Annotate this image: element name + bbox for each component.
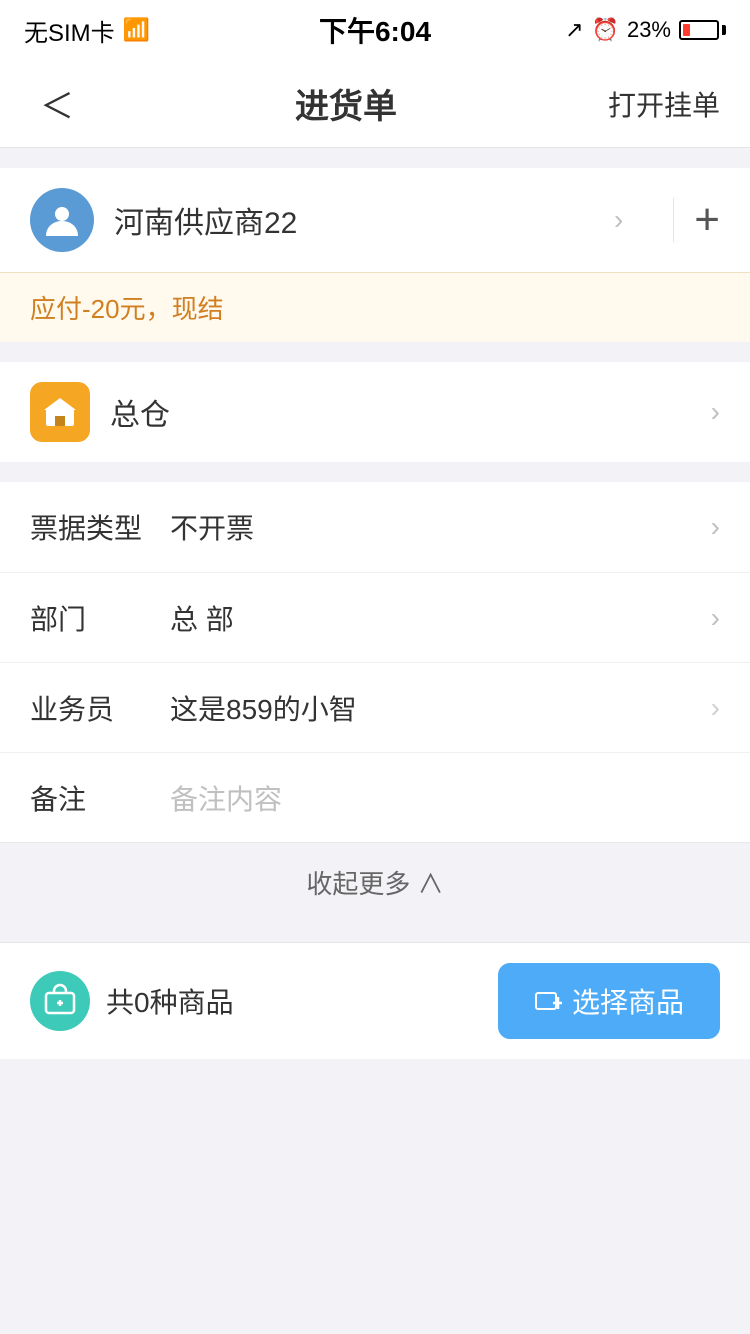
product-count-text: 共0种商品 — [106, 981, 234, 1021]
invoice-type-label: 票据类型 — [30, 507, 160, 547]
wifi-icon: 📶 — [123, 17, 150, 43]
back-button[interactable]: ＜ — [30, 69, 84, 138]
department-row[interactable]: 部门 总 部 › — [0, 572, 750, 662]
warehouse-icon — [30, 382, 90, 442]
notice-banner: 应付-20元，现结 — [0, 272, 750, 342]
status-bar: 无SIM卡 📶 下午6:04 ↗ ⏰ 23% — [0, 0, 750, 60]
section-gap-2 — [0, 342, 750, 362]
invoice-type-value: 不开票 — [170, 507, 711, 547]
add-supplier-button[interactable]: + — [694, 198, 720, 242]
status-right: ↗ ⏰ 23% — [565, 17, 726, 43]
salesperson-label: 业务员 — [30, 688, 160, 728]
nav-bar: ＜ 进货单 打开挂单 — [0, 60, 750, 148]
remark-input[interactable]: 备注内容 — [170, 778, 720, 818]
collapse-more-button[interactable]: 收起更多 ∧ — [0, 842, 750, 922]
page-fill — [0, 1059, 750, 1259]
bottom-bar: 共0种商品 选择商品 — [0, 942, 750, 1059]
collapse-more-label: 收起更多 ∧ — [306, 864, 443, 901]
remark-row[interactable]: 备注 备注内容 — [0, 752, 750, 842]
product-count-wrap: 共0种商品 — [30, 971, 234, 1031]
location-icon: ↗ — [565, 17, 583, 43]
product-icon — [30, 971, 90, 1031]
select-product-button[interactable]: 选择商品 — [498, 963, 720, 1039]
section-gap-3 — [0, 462, 750, 482]
select-product-label: 选择商品 — [572, 981, 684, 1021]
supplier-avatar — [30, 188, 94, 252]
invoice-type-row[interactable]: 票据类型 不开票 › — [0, 482, 750, 572]
battery-percent: 23% — [627, 17, 671, 43]
section-gap-1 — [0, 148, 750, 168]
divider — [673, 198, 674, 242]
invoice-type-arrow-icon: › — [711, 511, 720, 543]
supplier-row[interactable]: 河南供应商22 › + — [0, 168, 750, 272]
notice-text: 应付-20元，现结 — [30, 294, 224, 324]
supplier-card: 河南供应商22 › + 应付-20元，现结 — [0, 168, 750, 342]
department-label: 部门 — [30, 598, 160, 638]
department-arrow-icon: › — [711, 602, 720, 634]
supplier-arrow-icon: › — [614, 204, 623, 236]
supplier-name: 河南供应商22 — [114, 198, 614, 242]
salesperson-arrow-icon: › — [711, 692, 720, 724]
page-title: 进货单 — [295, 79, 397, 128]
status-left: 无SIM卡 📶 — [24, 13, 150, 48]
warehouse-row[interactable]: 总仓 › — [0, 362, 750, 462]
section-gap-4 — [0, 922, 750, 942]
warehouse-arrow-icon: › — [711, 396, 720, 428]
alarm-icon: ⏰ — [592, 17, 619, 43]
status-time: 下午6:04 — [319, 10, 431, 50]
carrier-label: 无SIM卡 — [24, 13, 115, 48]
remark-label: 备注 — [30, 778, 160, 818]
warehouse-card: 总仓 › — [0, 362, 750, 462]
department-value: 总 部 — [170, 598, 711, 638]
battery-icon — [679, 20, 726, 40]
form-card: 票据类型 不开票 › 部门 总 部 › 业务员 这是859的小智 › 备注 备注… — [0, 482, 750, 842]
warehouse-name: 总仓 — [110, 390, 711, 434]
salesperson-row[interactable]: 业务员 这是859的小智 › — [0, 662, 750, 752]
salesperson-value: 这是859的小智 — [170, 688, 711, 728]
open-pending-button[interactable]: 打开挂单 — [608, 84, 720, 124]
